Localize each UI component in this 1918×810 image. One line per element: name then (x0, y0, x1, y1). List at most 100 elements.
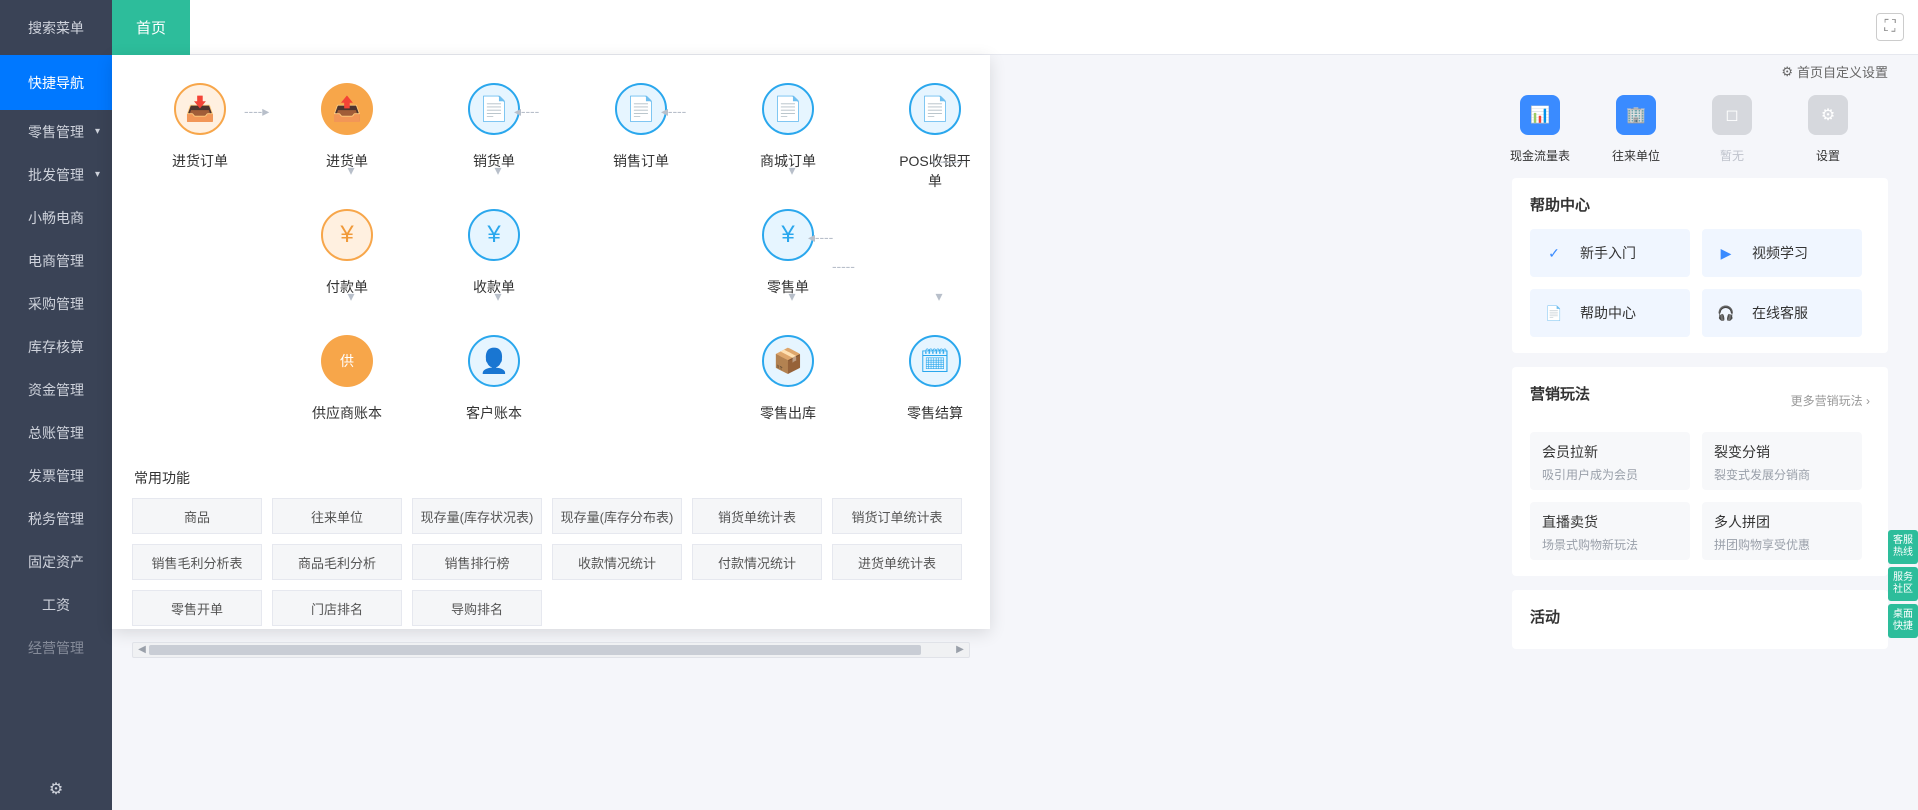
qicon-settings[interactable]: ⚙设置 (1804, 95, 1852, 164)
arrow-down-icon: ▾ (344, 289, 360, 303)
float-buttons: 客服热线 服务社区 桌面快捷 (1888, 530, 1918, 638)
node-retail-bill[interactable]: ¥零售单 (748, 209, 828, 297)
node-mall-order[interactable]: 📄商城订单 (748, 83, 828, 171)
qicon-none[interactable]: ◻暂无 (1708, 95, 1756, 164)
sidebar-item-salary[interactable]: 工资 (0, 583, 112, 626)
settle-icon: 🗓 (920, 347, 950, 376)
help-chat[interactable]: 🎧在线客服 (1702, 289, 1862, 337)
sidebar-item-ecomm-sm[interactable]: 小畅电商 (0, 196, 112, 239)
marketing-title: 营销玩法 (1530, 383, 1590, 404)
arrow-path-icon: - - - - - (832, 258, 853, 274)
help-title: 帮助中心 (1530, 194, 1870, 215)
common-stock-dist[interactable]: 现存量(库存分布表) (552, 498, 682, 534)
sidebar-item-asset[interactable]: 固定资产 (0, 540, 112, 583)
fullscreen-button[interactable]: ⛶ (1876, 13, 1904, 41)
sidebar-item-wholesale[interactable]: 批发管理▾ (0, 153, 112, 196)
float-community[interactable]: 服务社区 (1888, 567, 1918, 601)
currency-icon: ¥ (487, 221, 500, 249)
sidebar-item-ecomm[interactable]: 电商管理 (0, 239, 112, 282)
sidebar-item-ops[interactable]: 经营管理 (0, 626, 112, 669)
sidebar-item-tax[interactable]: 税务管理 (0, 497, 112, 540)
arrow-down-icon: ▾ (491, 163, 507, 177)
help-video[interactable]: ▶视频学习 (1702, 229, 1862, 277)
arrow-line-icon: ┊┊ (932, 158, 964, 166)
sidebar-search[interactable]: 搜索菜单 (0, 0, 112, 55)
common-sales-bill-stat[interactable]: 销货单统计表 (692, 498, 822, 534)
common-product-gross[interactable]: 商品毛利分析 (272, 544, 402, 580)
common-store-rank[interactable]: 门店排名 (272, 590, 402, 626)
float-hotline[interactable]: 客服热线 (1888, 530, 1918, 564)
caret-down-icon: ▾ (95, 126, 100, 137)
common-product[interactable]: 商品 (132, 498, 262, 534)
node-pos-bill[interactable]: 📄POS收银开单 (895, 83, 975, 191)
common-retail-open[interactable]: 零售开单 (132, 590, 262, 626)
sidebar-item-retail[interactable]: 零售管理▾ (0, 110, 112, 153)
sidebar-item-funds[interactable]: 资金管理 (0, 368, 112, 411)
common-purchase-stat[interactable]: 进货单统计表 (832, 544, 962, 580)
scroll-right-icon[interactable]: ▶ (953, 644, 967, 656)
common-gross-report[interactable]: 销售毛利分析表 (132, 544, 262, 580)
common-sales-order-stat[interactable]: 销货订单统计表 (832, 498, 962, 534)
common-guide-rank[interactable]: 导购排名 (412, 590, 542, 626)
node-customer-ledger[interactable]: 👤客户账本 (454, 335, 534, 423)
common-partner[interactable]: 往来单位 (272, 498, 402, 534)
sidebar-quicknav[interactable]: 快捷导航 (0, 55, 112, 110)
arrow-left-icon: ◂ - - - - (808, 229, 831, 246)
tab-home[interactable]: 首页 (112, 0, 190, 55)
currency-icon: ¥ (781, 221, 794, 249)
node-retail-settle[interactable]: 🗓零售结算 (895, 335, 975, 423)
custom-settings-link[interactable]: ⚙ 首页自定义设置 (1781, 62, 1888, 81)
arrow-left-icon: ◂ - - - - (661, 103, 684, 120)
gear-icon: ⚙ (49, 779, 63, 799)
hscrollbar[interactable]: ◀ ▶ (132, 642, 970, 658)
node-purchase-order[interactable]: 📥进货订单 (160, 83, 240, 171)
help-newbie[interactable]: ✓新手入门 (1530, 229, 1690, 277)
sidebar-item-invoice[interactable]: 发票管理 (0, 454, 112, 497)
mkt-group[interactable]: 多人拼团拼团购物享受优惠 (1702, 502, 1862, 560)
node-receipt[interactable]: ¥收款单 (454, 209, 534, 297)
scroll-thumb[interactable] (149, 645, 921, 655)
common-receipt-stat[interactable]: 收款情况统计 (552, 544, 682, 580)
qicon-cashflow[interactable]: 📊现金流量表 (1516, 95, 1564, 164)
list-icon: 📄 (479, 95, 509, 124)
sidebar-item-purchase[interactable]: 采购管理 (0, 282, 112, 325)
quicknav-flyout: 📥进货订单 📤进货单 📄销货单 📄销售订单 📄商城订单 📄POS收银开单 ¥付款… (112, 55, 990, 629)
list-icon: 📄 (920, 95, 950, 124)
arrow-down-icon: ▾ (491, 289, 507, 303)
marketing-more-link[interactable]: 更多营销玩法 › (1791, 392, 1870, 409)
mkt-live[interactable]: 直播卖货场景式购物新玩法 (1530, 502, 1690, 560)
node-retail-out[interactable]: 📦零售出库 (748, 335, 828, 423)
qicon-partner[interactable]: 🏢往来单位 (1612, 95, 1660, 164)
arrow-down-icon: ▾ (932, 289, 948, 303)
node-payment[interactable]: ¥付款单 (307, 209, 387, 297)
activity-card: 活动 (1512, 590, 1888, 649)
sidebar: 搜索菜单 快捷导航 零售管理▾ 批发管理▾ 小畅电商 电商管理 采购管理 库存核… (0, 0, 112, 810)
right-column: ⚙ 首页自定义设置 📊现金流量表 🏢往来单位 ◻暂无 ⚙设置 帮助中心 ✓新手入… (1512, 62, 1888, 649)
book-icon: 供 (340, 351, 354, 371)
float-desktop[interactable]: 桌面快捷 (1888, 604, 1918, 638)
common-stock-status[interactable]: 现存量(库存状况表) (412, 498, 542, 534)
mkt-member[interactable]: 会员拉新吸引用户成为会员 (1530, 432, 1690, 490)
list-icon: 📄 (773, 95, 803, 124)
gear-icon: ⚙ (1781, 64, 1793, 80)
doc-out-icon: 📤 (332, 95, 362, 124)
common-payment-stat[interactable]: 付款情况统计 (692, 544, 822, 580)
help-center[interactable]: 📄帮助中心 (1530, 289, 1690, 337)
sidebar-item-ledger[interactable]: 总账管理 (0, 411, 112, 454)
help-card: 帮助中心 ✓新手入门 ▶视频学习 📄帮助中心 🎧在线客服 (1512, 178, 1888, 353)
node-supplier-ledger[interactable]: 供供应商账本 (307, 335, 387, 423)
quick-icons: 📊现金流量表 🏢往来单位 ◻暂无 ⚙设置 (1512, 95, 1888, 164)
node-sales-bill[interactable]: 📄销货单 (454, 83, 534, 171)
node-purchase-bill[interactable]: 📤进货单 (307, 83, 387, 171)
list-icon: 📄 (626, 95, 656, 124)
caret-down-icon: ▾ (95, 169, 100, 180)
node-sales-order[interactable]: 📄销售订单 (601, 83, 681, 171)
mkt-fission[interactable]: 裂变分销裂变式发展分销商 (1702, 432, 1862, 490)
scroll-left-icon[interactable]: ◀ (135, 644, 149, 656)
doc-icon: 📄 (1545, 305, 1562, 322)
doc-in-icon: 📥 (185, 95, 215, 124)
sidebar-settings[interactable]: ⚙ (0, 768, 112, 810)
sidebar-item-inventory[interactable]: 库存核算 (0, 325, 112, 368)
common-sales-rank[interactable]: 销售排行榜 (412, 544, 542, 580)
currency-icon: ¥ (340, 221, 353, 249)
